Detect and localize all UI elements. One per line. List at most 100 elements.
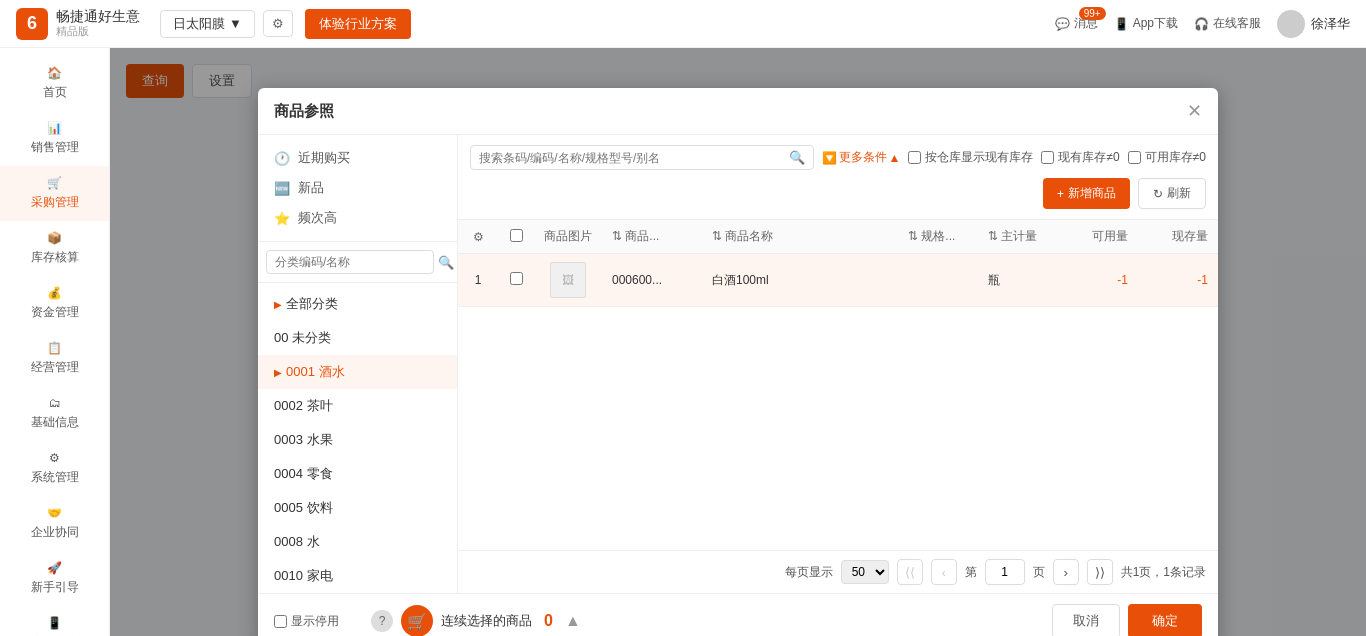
category-search: 🔍 xyxy=(258,242,457,283)
sidebar-label-basic-info: 基础信息 xyxy=(31,414,79,431)
total-label: 共1页，1条记录 xyxy=(1121,564,1206,581)
category-item-2[interactable]: 0002 茶叶 xyxy=(258,389,457,423)
row-checkbox[interactable] xyxy=(510,272,523,285)
modal-title: 商品参照 xyxy=(274,102,334,121)
checkbox-stock[interactable] xyxy=(1041,151,1054,164)
username-label: 徐泽华 xyxy=(1311,15,1350,33)
category-item-5[interactable]: 0005 饮料 xyxy=(258,491,457,525)
product-search-wrap: 🔍 xyxy=(470,145,814,170)
th-code[interactable]: ⇅ 商品... xyxy=(602,220,702,254)
footer-right: 取消 确定 xyxy=(1052,604,1202,636)
show-disabled-label[interactable]: 显示停用 xyxy=(274,613,339,630)
experience-button[interactable]: 体验行业方案 xyxy=(305,9,411,39)
sidebar-label-collab: 企业协同 xyxy=(31,524,79,541)
per-page-select[interactable]: 50 xyxy=(841,560,889,584)
category-item-7[interactable]: 0010 家电 xyxy=(258,559,457,593)
th-stock-label: 现存量 xyxy=(1172,229,1208,243)
category-item-1[interactable]: ▶ 0001 酒水 xyxy=(258,355,457,389)
nav-selector[interactable]: 日太阳膜 ▼ xyxy=(160,10,255,38)
sidebar-item-sales[interactable]: 📊 销售管理 xyxy=(0,111,109,166)
category-item-3[interactable]: 0003 水果 xyxy=(258,423,457,457)
quick-filter-frequent[interactable]: ⭐ 频次高 xyxy=(266,203,449,233)
checkbox-avail-label[interactable]: 可用库存≠0 xyxy=(1128,149,1206,166)
online-service-label: 在线客服 xyxy=(1213,15,1261,32)
headset-icon: 🎧 xyxy=(1194,17,1209,31)
category-item-6[interactable]: 0008 水 xyxy=(258,525,457,559)
add-product-button[interactable]: + 新增商品 xyxy=(1043,178,1130,209)
cart-button[interactable]: 🛒 xyxy=(401,605,433,636)
modal-footer: 显示停用 ? 🛒 连续选择的商品 0 ▲ 取消 确定 xyxy=(258,593,1218,636)
th-img-label: 商品图片 xyxy=(544,229,592,243)
toolbar-right: + 新增商品 ↻ 刷新 xyxy=(1043,178,1206,209)
table-row[interactable]: 1 🖼 xyxy=(458,254,1218,307)
first-page-button[interactable]: ⟨⟨ xyxy=(897,559,923,585)
nav-selector-label: 日太阳膜 xyxy=(173,15,225,33)
th-unit[interactable]: ⇅ 主计量 xyxy=(978,220,1058,254)
sidebar-item-basic-info[interactable]: 🗂 基础信息 xyxy=(0,386,109,441)
category-search-input[interactable] xyxy=(266,250,434,274)
category-item-0[interactable]: 00 未分类 xyxy=(258,321,457,355)
product-search-icon[interactable]: 🔍 xyxy=(789,150,805,165)
quick-filter-recent[interactable]: 🕐 近期购买 xyxy=(266,143,449,173)
confirm-button[interactable]: 确定 xyxy=(1128,604,1202,636)
user-area[interactable]: 徐泽华 xyxy=(1277,10,1350,38)
settings-button[interactable]: ⚙ xyxy=(263,10,293,37)
th-code-label: 商品... xyxy=(625,229,659,243)
cell-avail: -1 xyxy=(1058,254,1138,307)
th-name[interactable]: ⇅ 商品名称 xyxy=(702,220,898,254)
col-settings-icon[interactable]: ⚙ xyxy=(473,230,484,244)
last-page-button[interactable]: ⟩⟩ xyxy=(1087,559,1113,585)
sidebar-item-purchase[interactable]: 🛒 采购管理 xyxy=(0,166,109,221)
quick-filter-recent-label: 近期购买 xyxy=(298,149,350,167)
arrow-right-icon: ▶ xyxy=(274,299,282,310)
sidebar-item-inventory[interactable]: 📦 库存核算 xyxy=(0,221,109,276)
sort-name-icon: ⇅ xyxy=(712,229,722,243)
more-conditions-btn[interactable]: 🔽 更多条件 ▲ xyxy=(822,149,901,166)
table-header-row: ⚙ 商品图片 xyxy=(458,220,1218,254)
sidebar-label-purchase: 采购管理 xyxy=(31,194,79,211)
sidebar-item-system[interactable]: ⚙ 系统管理 xyxy=(0,441,109,496)
cell-code: 000600... xyxy=(602,254,702,307)
sidebar-label-sales: 销售管理 xyxy=(31,139,79,156)
cancel-button[interactable]: 取消 xyxy=(1052,604,1120,636)
product-table-wrap: ⚙ 商品图片 xyxy=(458,220,1218,550)
sidebar-item-finance[interactable]: 💰 资金管理 xyxy=(0,276,109,331)
checkbox-avail[interactable] xyxy=(1128,151,1141,164)
system-icon: ⚙ xyxy=(49,451,60,465)
brand-name: 畅捷通好生意 xyxy=(56,8,140,25)
sidebar-item-operations[interactable]: 📋 经营管理 xyxy=(0,331,109,386)
message-icon-item[interactable]: 💬 99+ 消息 xyxy=(1055,15,1098,32)
modal-close-button[interactable]: ✕ xyxy=(1187,100,1202,122)
sidebar-item-home[interactable]: 🏠 首页 xyxy=(0,56,109,111)
cell-img: 🖼 xyxy=(534,254,602,307)
sidebar-label-system: 系统管理 xyxy=(31,469,79,486)
help-icon[interactable]: ? xyxy=(371,610,393,632)
message-badge: 99+ xyxy=(1079,7,1106,20)
quick-filter-new[interactable]: 🆕 新品 xyxy=(266,173,449,203)
th-spec[interactable]: ⇅ 规格... xyxy=(898,220,978,254)
category-item-4[interactable]: 0004 零食 xyxy=(258,457,457,491)
refresh-button[interactable]: ↻ 刷新 xyxy=(1138,178,1206,209)
online-service-item[interactable]: 🎧 在线客服 xyxy=(1194,15,1261,32)
sidebar-item-guide[interactable]: 🚀 新手引导 xyxy=(0,551,109,606)
product-table: ⚙ 商品图片 xyxy=(458,220,1218,307)
checkbox-stock-label[interactable]: 现有库存≠0 xyxy=(1041,149,1119,166)
home-icon: 🏠 xyxy=(47,66,62,80)
checkbox-warehouse-label[interactable]: 按仓库显示现有库存 xyxy=(908,149,1033,166)
category-search-icon[interactable]: 🔍 xyxy=(438,255,454,270)
prev-page-button[interactable]: ‹ xyxy=(931,559,957,585)
cell-name: 白酒100ml xyxy=(702,254,898,307)
product-search-input[interactable] xyxy=(479,151,785,165)
show-disabled-checkbox[interactable] xyxy=(274,615,287,628)
page-number-input[interactable] xyxy=(985,559,1025,585)
select-all-checkbox[interactable] xyxy=(510,229,523,242)
collapse-icon[interactable]: ▲ xyxy=(565,612,581,630)
category-item-all[interactable]: ▶ 全部分类 xyxy=(258,287,457,321)
cell-unit: 瓶 xyxy=(978,254,1058,307)
sidebar-item-collab[interactable]: 🤝 企业协同 xyxy=(0,496,109,551)
sidebar-item-app-center[interactable]: 📱 应用中心 xyxy=(0,606,109,636)
image-icon: 🖼 xyxy=(562,273,574,287)
app-download-item[interactable]: 📱 App下载 xyxy=(1114,15,1178,32)
next-page-button[interactable]: › xyxy=(1053,559,1079,585)
checkbox-warehouse[interactable] xyxy=(908,151,921,164)
